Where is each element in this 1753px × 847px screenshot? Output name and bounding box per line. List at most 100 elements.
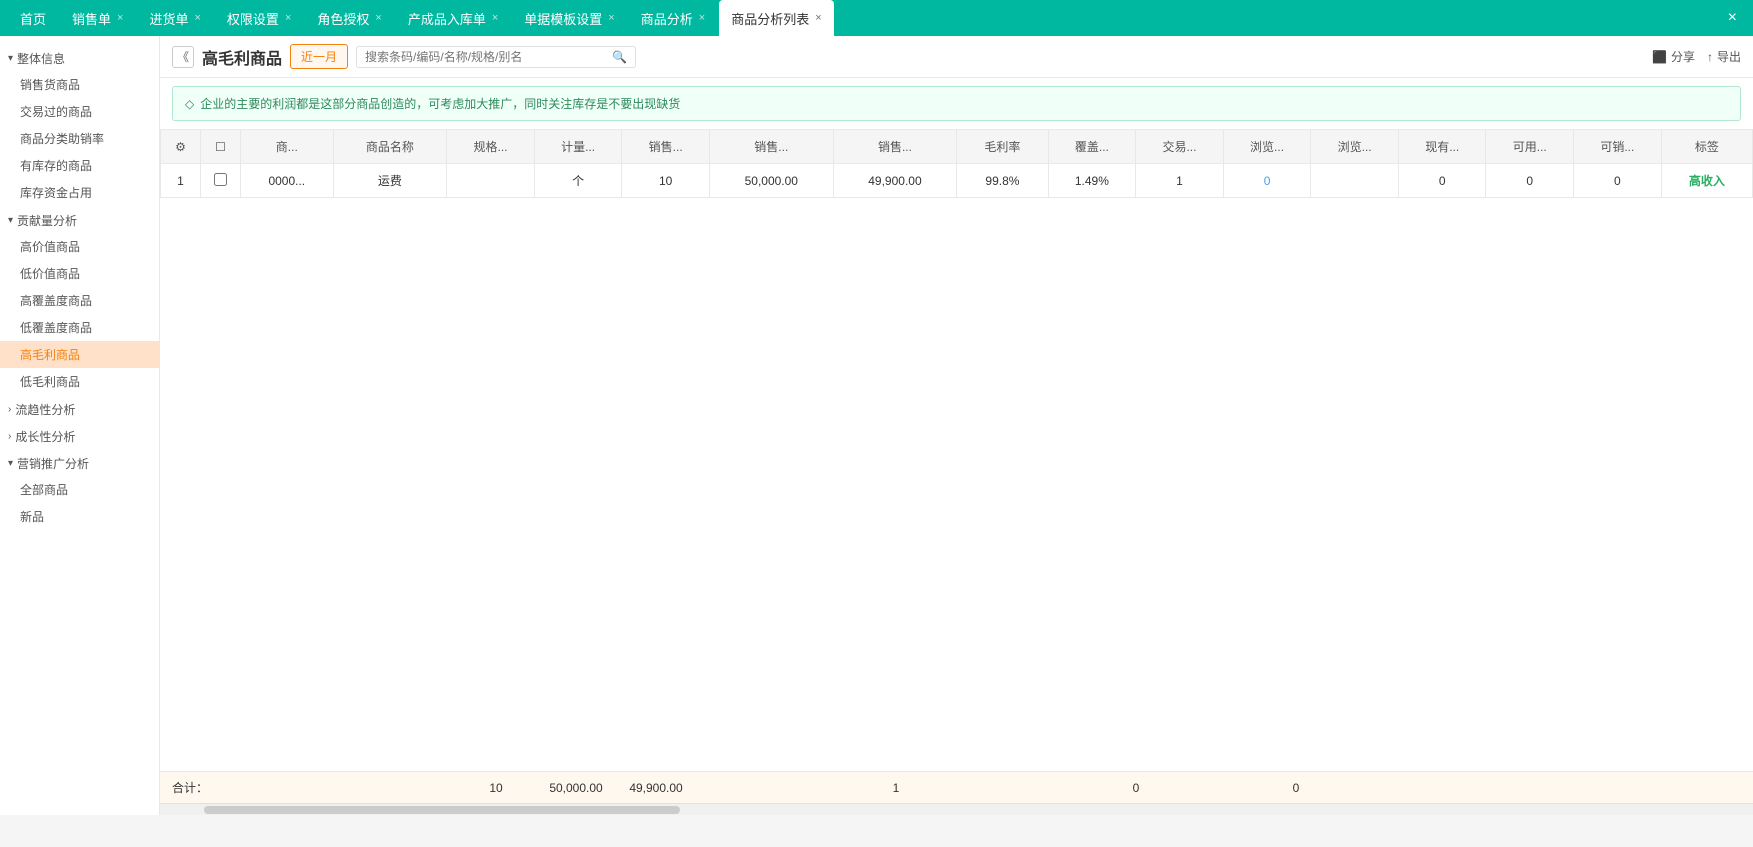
sidebar-item-category-rate[interactable]: 商品分类助销率 [0,125,159,152]
nav-analysis-list[interactable]: 商品分析列表 × [719,0,833,36]
row-checkbox[interactable] [214,173,227,186]
scroll-thumb[interactable] [204,806,680,814]
sidebar-section-trend[interactable]: › 流趋性分析 [0,395,159,422]
close-analysis-list-tab[interactable]: × [815,12,821,24]
col-available-stock[interactable]: 可用... [1486,130,1574,164]
expand-contribution-icon: ▾ [8,215,13,226]
col-sales-amt[interactable]: 销售... [709,130,833,164]
products-table: ⚙ ☐ 商... 商品名称 规格... 计量... 销售... 销售... 销售… [160,129,1753,198]
sidebar-item-all-goods[interactable]: 全部商品 [0,476,159,503]
close-permission-tab[interactable]: × [285,12,291,24]
cell-view1[interactable]: 0 [1223,164,1311,198]
col-current-stock[interactable]: 现有... [1398,130,1486,164]
cell-transactions: 1 [1136,164,1224,198]
sidebar-item-stocked-goods[interactable]: 有库存的商品 [0,152,159,179]
cell-seq: 1 [161,164,201,198]
close-purchase-tab[interactable]: × [194,12,200,24]
nav-permission[interactable]: 权限设置 × [215,0,303,36]
close-inventory-tab[interactable]: × [492,12,498,24]
horizontal-scrollbar[interactable] [160,803,1753,815]
sidebar-section-growth[interactable]: › 成长性分析 [0,422,159,449]
col-unit[interactable]: 计量... [534,130,622,164]
filter-recent-month-button[interactable]: 近一月 [290,44,348,69]
search-icon[interactable]: 🔍 [612,50,627,64]
close-template-tab[interactable]: × [608,12,614,24]
sidebar-item-high-coverage[interactable]: 高覆盖度商品 [0,287,159,314]
cell-unit: 个 [534,164,622,198]
close-window-button[interactable]: × [1720,9,1745,27]
total-label: 合计： [172,779,208,796]
bottom-summary-bar: 合计： 10 50,000.00 49,900.00 1 0 0 [160,771,1753,803]
cell-spec [447,164,535,198]
cell-view2 [1311,164,1399,198]
expand-overall-icon: ▾ [8,53,13,64]
expand-growth-icon: › [8,431,11,442]
search-box[interactable]: 🔍 [356,46,636,68]
sidebar-item-sales-goods[interactable]: 销售货商品 [0,71,159,98]
table-wrapper[interactable]: ⚙ ☐ 商... 商品名称 规格... 计量... 销售... 销售... 销售… [160,129,1753,771]
sidebar-item-traded-goods[interactable]: 交易过的商品 [0,98,159,125]
close-sales-tab[interactable]: × [117,12,123,24]
col-code[interactable]: 商... [241,130,334,164]
cell-code: 0000... [241,164,334,198]
table-row: 1 0000... 运费 个 10 50,000.00 49,900.00 99… [161,164,1753,198]
col-name[interactable]: 商品名称 [333,130,447,164]
cell-tag: 高收入 [1661,164,1752,198]
summary-empty-1 [216,781,296,795]
content-header: 《 高毛利商品 近一月 🔍 ⬛ 分享 ↑ 导出 [160,36,1753,78]
share-button[interactable]: ⬛ 分享 [1652,48,1695,65]
col-checkbox[interactable]: ☐ [201,130,241,164]
summary-empty-4 [696,781,776,795]
export-button[interactable]: ↑ 导出 [1707,48,1741,65]
content-area: 《 高毛利商品 近一月 🔍 ⬛ 分享 ↑ 导出 ◇ 企业的主要 [160,36,1753,815]
sidebar-item-low-value[interactable]: 低价值商品 [0,260,159,287]
col-sales-qty[interactable]: 销售... [622,130,710,164]
sidebar-item-low-coverage[interactable]: 低覆盖度商品 [0,314,159,341]
col-gross-rate[interactable]: 毛利率 [957,130,1048,164]
nav-inventory[interactable]: 产成品入库单 × [396,0,510,36]
close-analysis-tab[interactable]: × [699,12,705,24]
col-settings[interactable]: ⚙ [161,130,201,164]
nav-role[interactable]: 角色授权 × [305,0,393,36]
summary-stock1: 0 [1096,781,1176,795]
sidebar-item-high-margin[interactable]: 高毛利商品 [0,341,159,368]
sidebar-item-high-value[interactable]: 高价值商品 [0,233,159,260]
col-view2[interactable]: 浏览... [1311,130,1399,164]
col-view1[interactable]: 浏览... [1223,130,1311,164]
summary-empty-6 [936,781,1016,795]
nav-sales[interactable]: 销售单 × [60,0,135,36]
summary-sales-amt: 50,000.00 [536,781,616,795]
nav-purchase[interactable]: 进货单 × [137,0,212,36]
summary-stock2: 0 [1256,781,1336,795]
col-saleable-stock[interactable]: 可销... [1574,130,1662,164]
col-transactions[interactable]: 交易... [1136,130,1224,164]
cell-checkbox[interactable] [201,164,241,198]
col-coverage[interactable]: 覆盖... [1048,130,1136,164]
col-sales-cost[interactable]: 销售... [833,130,957,164]
collapse-sidebar-button[interactable]: 《 [172,46,194,68]
export-icon: ↑ [1707,50,1713,64]
search-input[interactable] [365,50,608,64]
sidebar-item-new-goods[interactable]: 新品 [0,503,159,530]
summary-empty-3 [376,781,456,795]
sidebar-section-contribution[interactable]: ▾ 贡献量分析 [0,206,159,233]
info-banner: ◇ 企业的主要的利润都是这部分商品创造的，可考虑加大推广，同时关注库存是不要出现… [172,86,1741,121]
summary-empty-7 [1016,781,1096,795]
nav-analysis[interactable]: 商品分析 × [629,0,717,36]
cell-name: 运费 [333,164,447,198]
nav-home[interactable]: 首页 [8,0,58,36]
sidebar-item-stock-capital[interactable]: 库存资金占用 [0,179,159,206]
col-spec[interactable]: 规格... [447,130,535,164]
close-role-tab[interactable]: × [375,12,381,24]
sidebar-item-low-margin[interactable]: 低毛利商品 [0,368,159,395]
summary-transactions: 1 [856,781,936,795]
table-header-row: ⚙ ☐ 商... 商品名称 规格... 计量... 销售... 销售... 销售… [161,130,1753,164]
nav-template[interactable]: 单据模板设置 × [512,0,626,36]
sidebar: ▾ 整体信息 销售货商品 交易过的商品 商品分类助销率 有库存的商品 库存资金占… [0,36,160,815]
sidebar-section-marketing[interactable]: ▾ 营销推广分析 [0,449,159,476]
summary-sales-cost: 49,900.00 [616,781,696,795]
cell-coverage: 1.49% [1048,164,1136,198]
page-title: 高毛利商品 [202,45,282,69]
sidebar-section-overall[interactable]: ▾ 整体信息 [0,44,159,71]
col-tag[interactable]: 标签 [1661,130,1752,164]
